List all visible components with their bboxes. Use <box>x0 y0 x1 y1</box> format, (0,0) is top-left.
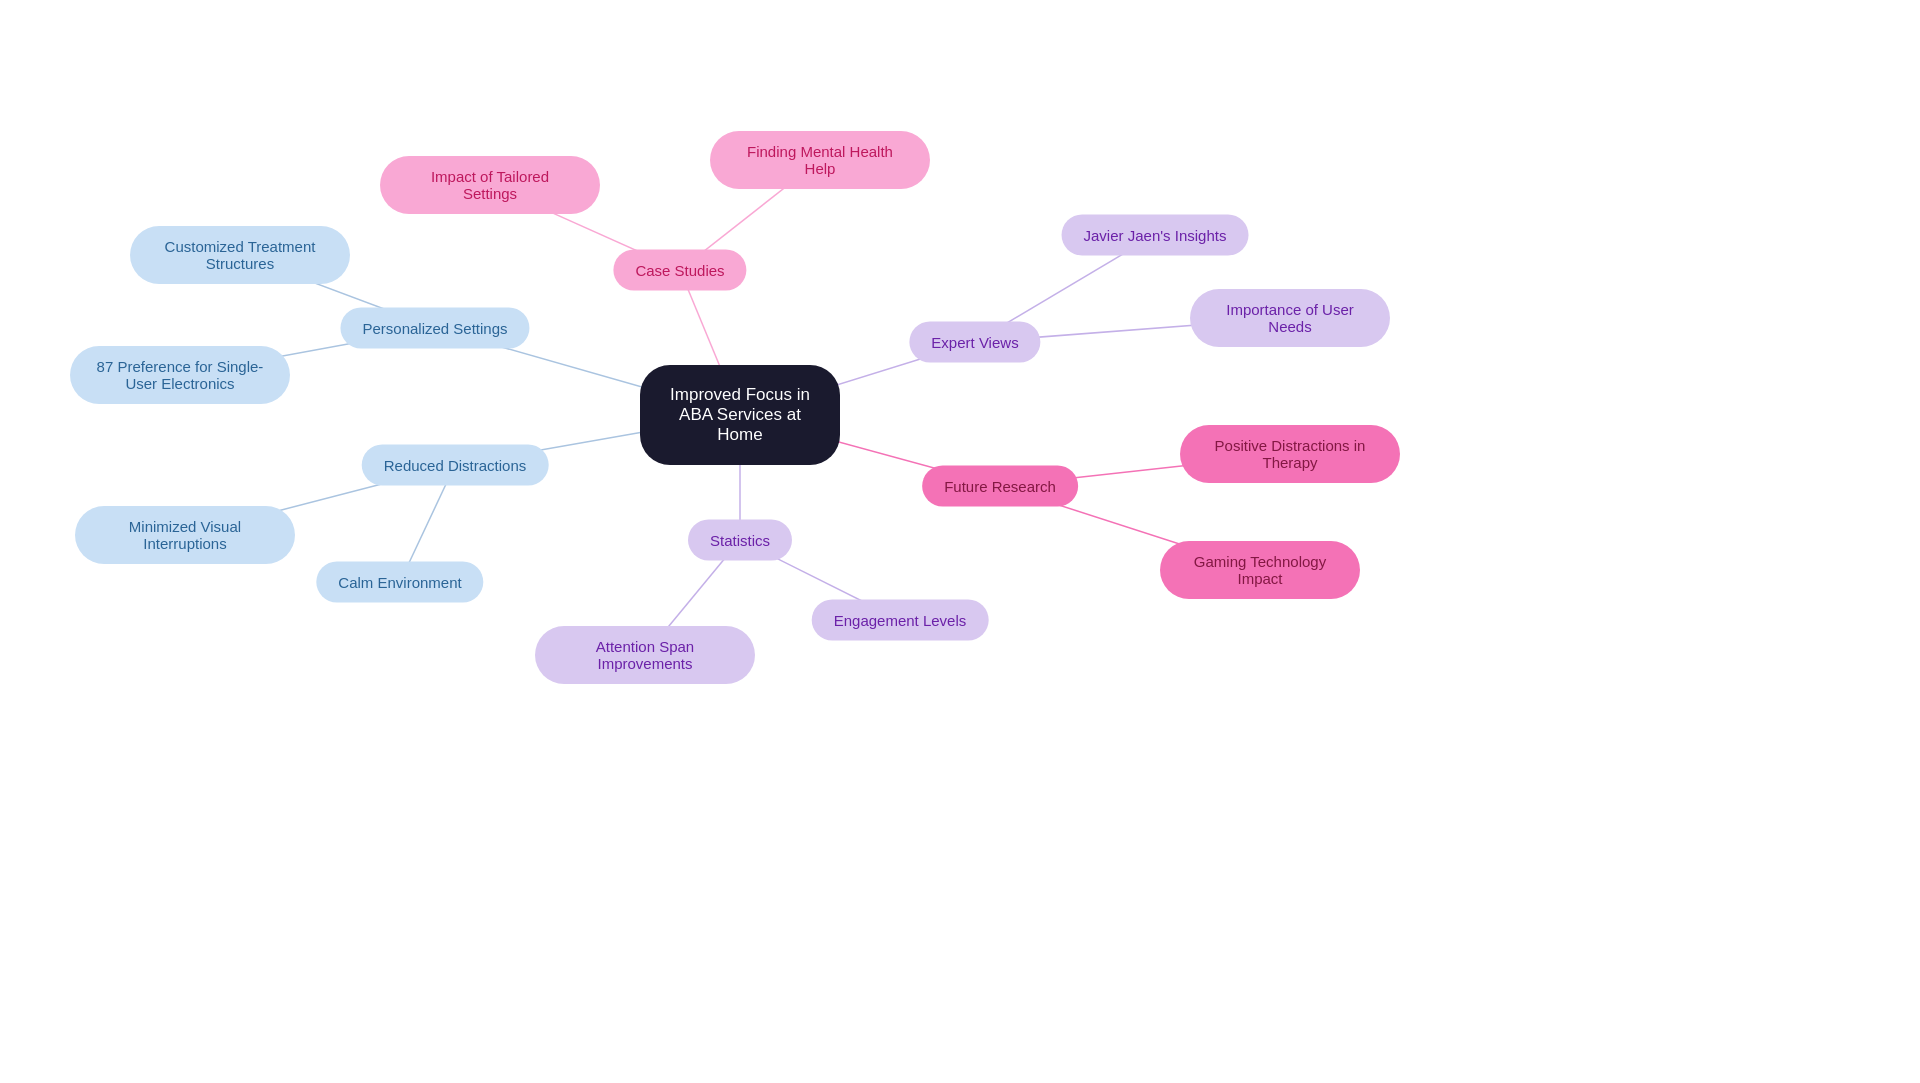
center-node[interactable]: Improved Focus in ABA Services at Home <box>640 365 840 465</box>
node-importance[interactable]: Importance of User Needs <box>1190 289 1390 347</box>
node-attention[interactable]: Attention Span Improvements <box>535 626 755 684</box>
node-case-studies[interactable]: Case Studies <box>613 250 746 291</box>
node-calm[interactable]: Calm Environment <box>316 562 483 603</box>
node-customized[interactable]: Customized Treatment Structures <box>130 226 350 284</box>
node-statistics[interactable]: Statistics <box>688 520 792 561</box>
node-expert-views[interactable]: Expert Views <box>909 322 1040 363</box>
node-minimized[interactable]: Minimized Visual Interruptions <box>75 506 295 564</box>
node-future-research[interactable]: Future Research <box>922 466 1078 507</box>
node-personalized[interactable]: Personalized Settings <box>340 308 529 349</box>
node-impact-tailored[interactable]: Impact of Tailored Settings <box>380 156 600 214</box>
node-reduced[interactable]: Reduced Distractions <box>362 445 549 486</box>
node-finding-mental[interactable]: Finding Mental Health Help <box>710 131 930 189</box>
node-87-preference[interactable]: 87 Preference for Single-User Electronic… <box>70 346 290 404</box>
node-positive[interactable]: Positive Distractions in Therapy <box>1180 425 1400 483</box>
node-javier[interactable]: Javier Jaen's Insights <box>1062 215 1249 256</box>
mindmap: Improved Focus in ABA Services at Home Ca… <box>0 0 1920 1083</box>
node-gaming[interactable]: Gaming Technology Impact <box>1160 541 1360 599</box>
node-engagement[interactable]: Engagement Levels <box>812 600 989 641</box>
